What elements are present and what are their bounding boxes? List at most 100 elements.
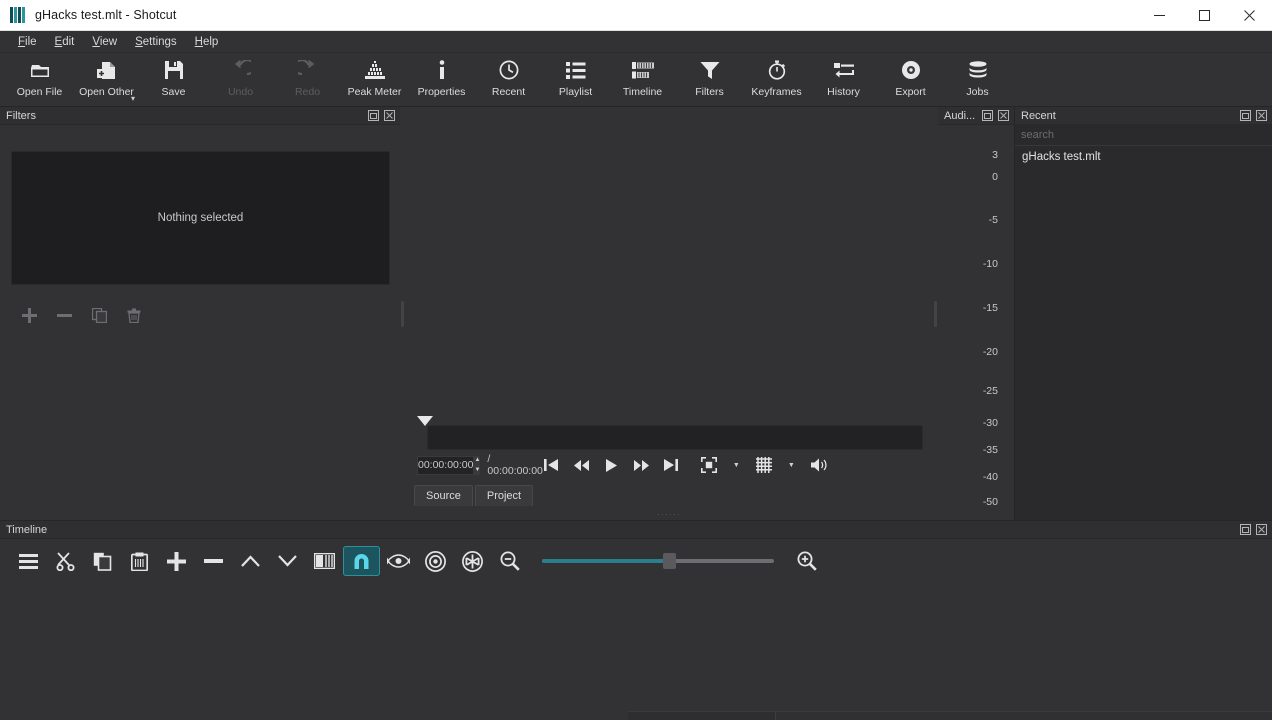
remove-filter-button[interactable] [51, 303, 77, 327]
zoom-fit-chevron-down-icon[interactable]: ▼ [733, 462, 740, 469]
split-button[interactable] [306, 546, 343, 576]
stepper-up-icon[interactable]: ▲ [474, 456, 480, 466]
float-panel-icon[interactable] [1239, 109, 1252, 122]
toolbar-open-other[interactable]: Open Other ▾ [73, 53, 140, 105]
tab-source[interactable]: Source [414, 484, 473, 506]
tab-project[interactable]: Project [474, 484, 534, 506]
chevron-down-icon[interactable] [269, 546, 306, 576]
position-timecode-input[interactable]: 00:00:00:00 [417, 455, 475, 475]
toolbar-history[interactable]: History [810, 53, 877, 105]
float-panel-icon[interactable] [367, 109, 380, 122]
timeline-tracks-area[interactable] [0, 583, 1272, 720]
append-button[interactable] [158, 546, 195, 576]
close-panel-icon[interactable] [383, 109, 396, 122]
zoom-in-icon[interactable] [788, 546, 825, 576]
toolbar-keyframes[interactable]: Keyframes [743, 53, 810, 105]
zoom-slider-handle[interactable] [662, 553, 676, 569]
stepper-down-icon[interactable]: ▼ [474, 465, 480, 475]
zoom-fit-icon[interactable] [701, 457, 718, 474]
timecode-stepper[interactable]: ▲ ▼ [474, 455, 481, 475]
paste-button[interactable] [121, 546, 158, 576]
ripple-delete-button[interactable] [195, 546, 232, 576]
scrollbar-thumb[interactable] [628, 712, 776, 720]
toolbar-label: Open Other [79, 86, 134, 98]
menu-view[interactable]: View [83, 33, 126, 51]
grid-chevron-down-icon[interactable]: ▼ [788, 462, 795, 469]
toolbar-jobs[interactable]: Jobs [944, 53, 1011, 105]
audio-meter-title: Audi... [944, 109, 976, 122]
copy-filters-button[interactable] [86, 303, 112, 327]
cut-button[interactable] [47, 546, 84, 576]
timeline-menu-button[interactable] [10, 546, 47, 576]
menu-settings[interactable]: Settings [126, 33, 186, 51]
toolbar-undo[interactable]: Undo [207, 53, 274, 105]
recent-search-input[interactable]: search [1015, 125, 1272, 146]
skip-start-icon[interactable] [543, 457, 560, 474]
menu-edit[interactable]: Edit [46, 33, 84, 51]
add-filter-button[interactable] [16, 303, 42, 327]
float-panel-icon[interactable] [981, 109, 994, 122]
play-icon[interactable] [603, 457, 620, 474]
toolbar-filters[interactable]: Filters [676, 53, 743, 105]
toolbar-label: Properties [417, 86, 466, 98]
menu-file-rest: ile [25, 35, 37, 48]
main-toolbar: Open File Open Other ▾ Save Undo Redo Pe… [0, 53, 1272, 107]
scrub-eye-icon[interactable] [380, 546, 417, 576]
duration-timecode: / 00:00:00:00 [487, 453, 542, 477]
close-panel-icon[interactable] [1255, 109, 1268, 122]
ripple-all-icon[interactable] [454, 546, 491, 576]
close-panel-icon[interactable] [997, 109, 1010, 122]
jobs-stack-icon [968, 57, 988, 83]
list-item[interactable]: gHacks test.mlt [1015, 147, 1272, 166]
toolbar-timeline[interactable]: Timeline [609, 53, 676, 105]
timeline-horizontal-scrollbar[interactable] [628, 711, 1272, 720]
toolbar-save[interactable]: Save [140, 53, 207, 105]
toolbar-properties[interactable]: Properties [408, 53, 475, 105]
zoom-out-icon[interactable] [491, 546, 528, 576]
toolbar-export[interactable]: Export [877, 53, 944, 105]
grid-icon[interactable] [756, 457, 773, 474]
recent-panel-header: Recent [1015, 107, 1272, 125]
timeline-panel: Timeline [0, 520, 1272, 720]
toolbar-recent[interactable]: Recent [475, 53, 542, 105]
audio-meter-buttons [981, 109, 1014, 122]
toolbar-peak-meter[interactable]: Peak Meter [341, 53, 408, 105]
toggle-snapping-button[interactable] [343, 546, 380, 576]
close-panel-icon[interactable] [1255, 523, 1268, 536]
open-file-icon [29, 57, 51, 83]
minimize-icon[interactable] [1137, 0, 1182, 31]
scrub-bar[interactable] [427, 425, 923, 450]
toolbar-label: Keyframes [751, 86, 802, 98]
meter-tick: -30 [982, 417, 998, 429]
toolbar-redo[interactable]: Redo [274, 53, 341, 105]
menu-view-rest: iew [99, 35, 118, 48]
filters-panel-title: Filters [6, 109, 36, 122]
rewind-icon[interactable] [573, 457, 590, 474]
menu-bar: File Edit View Settings Help [0, 31, 1272, 53]
chevron-down-icon: ▾ [130, 94, 135, 103]
toolbar-open-file[interactable]: Open File [6, 53, 73, 105]
fast-forward-icon[interactable] [633, 457, 650, 474]
maximize-icon[interactable] [1182, 0, 1227, 31]
meter-tick: -10 [982, 258, 998, 270]
menu-file[interactable]: File [9, 33, 46, 51]
menu-help[interactable]: Help [186, 33, 228, 51]
timeline-zoom-slider[interactable] [542, 553, 774, 569]
filters-panel-buttons [367, 109, 400, 122]
skip-end-icon[interactable] [663, 457, 680, 474]
float-panel-icon[interactable] [1239, 523, 1252, 536]
video-preview-area[interactable] [405, 107, 933, 416]
paste-filters-button[interactable] [121, 303, 147, 327]
player-timeline-splitter[interactable]: ······ [405, 510, 933, 520]
chevron-up-icon[interactable] [232, 546, 269, 576]
copy-button[interactable] [84, 546, 121, 576]
meter-tick: -35 [982, 444, 998, 456]
close-icon[interactable] [1227, 0, 1272, 31]
toolbar-label: Open File [16, 86, 63, 98]
player-tabs: Source Project [405, 480, 933, 510]
filters-player-splitter[interactable] [400, 107, 405, 520]
toolbar-playlist[interactable]: Playlist [542, 53, 609, 105]
undo-icon [231, 57, 251, 83]
volume-icon[interactable] [810, 457, 828, 474]
ripple-target-icon[interactable] [417, 546, 454, 576]
